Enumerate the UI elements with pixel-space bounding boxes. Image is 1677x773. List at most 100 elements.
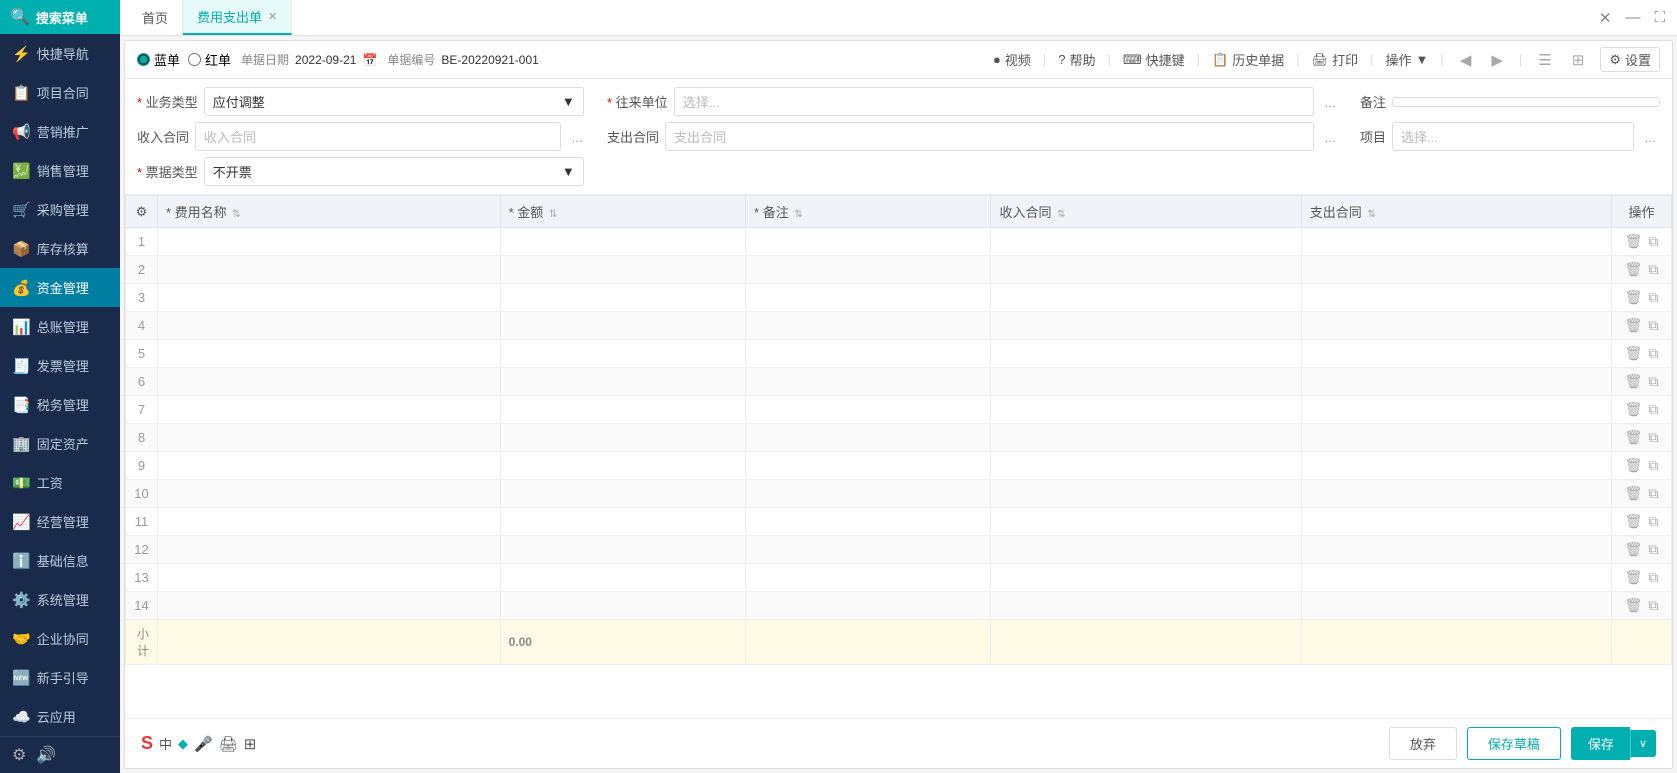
nav-prev-button[interactable]: ◀ <box>1456 49 1476 71</box>
expense-contract-cell[interactable] <box>1301 536 1611 564</box>
expand-window-button[interactable]: ⛶ <box>1650 7 1669 28</box>
delete-icon[interactable]: 🗑 <box>1625 457 1643 474</box>
project-more-icon[interactable]: ... <box>1640 129 1660 145</box>
copy-icon[interactable]: ⧉ <box>1648 597 1658 614</box>
settings-button[interactable]: ⚙ 设置 <box>1600 47 1660 72</box>
income-contract-cell[interactable] <box>991 312 1301 340</box>
close-window-button[interactable]: ✕ <box>1595 7 1616 29</box>
shortcuts-action[interactable]: ⌨ 快捷键 <box>1123 50 1185 69</box>
sidebar-item-fixed-assets[interactable]: 🏢 固定资产 <box>0 424 120 463</box>
sidebar-item-project-contract[interactable]: 📋 项目合同 <box>0 73 120 112</box>
sidebar-item-marketing[interactable]: 📢 营销推广 <box>0 112 120 151</box>
sidebar-item-quick-nav[interactable]: ⚡ 快捷导航 <box>0 34 120 73</box>
sidebar-header[interactable]: 🔍 搜索菜单 <box>0 0 120 34</box>
note-cell[interactable] <box>746 284 991 312</box>
note-cell[interactable] <box>746 536 991 564</box>
sort-icon[interactable]: ⇅ <box>232 209 240 220</box>
note-cell[interactable] <box>746 312 991 340</box>
nav-next-button[interactable]: ▶ <box>1487 49 1507 71</box>
sidebar-item-new-guide[interactable]: 🆕 新手引导 <box>0 658 120 697</box>
sidebar-item-accounting[interactable]: 📊 总账管理 <box>0 307 120 346</box>
expense-name-cell[interactable] <box>158 424 501 452</box>
expense-name-cell[interactable] <box>158 564 501 592</box>
copy-icon[interactable]: ⧉ <box>1648 429 1658 446</box>
sidebar-item-corp-coop[interactable]: 🤝 企业协同 <box>0 619 120 658</box>
expense-name-cell[interactable] <box>158 256 501 284</box>
delete-icon[interactable]: 🗑 <box>1625 317 1643 334</box>
sort-icon[interactable]: ⇅ <box>1057 209 1065 220</box>
history-action[interactable]: 📋 历史单据 <box>1212 50 1284 69</box>
project-input[interactable]: 选择... <box>1392 122 1634 151</box>
sidebar-item-capital-mgmt[interactable]: 💰 资金管理 <box>0 268 120 307</box>
remark-input[interactable] <box>1392 97 1660 107</box>
income-contract-cell[interactable] <box>991 452 1301 480</box>
note-cell[interactable] <box>746 592 991 620</box>
note-cell[interactable] <box>746 396 991 424</box>
copy-icon[interactable]: ⧉ <box>1648 261 1658 278</box>
note-cell[interactable] <box>746 564 991 592</box>
radio-red-input[interactable] <box>188 53 201 66</box>
grid-view-button[interactable]: ⊞ <box>1568 49 1589 71</box>
note-cell[interactable] <box>746 340 991 368</box>
delete-icon[interactable]: 🗑 <box>1625 513 1643 530</box>
copy-icon[interactable]: ⧉ <box>1648 485 1658 502</box>
note-cell[interactable] <box>746 508 991 536</box>
amount-cell[interactable] <box>500 508 745 536</box>
print-action[interactable]: 🖨 打印 <box>1312 50 1359 69</box>
copy-icon[interactable]: ⧉ <box>1648 345 1658 362</box>
delete-icon[interactable]: 🗑 <box>1625 233 1643 250</box>
expense-contract-cell[interactable] <box>1301 312 1611 340</box>
expense-contract-cell[interactable] <box>1301 508 1611 536</box>
delete-icon[interactable]: 🗑 <box>1625 345 1643 362</box>
amount-cell[interactable] <box>500 284 745 312</box>
copy-icon[interactable]: ⧉ <box>1648 373 1658 390</box>
list-view-button[interactable]: ☰ <box>1534 49 1555 71</box>
expense-name-cell[interactable] <box>158 536 501 564</box>
date-value[interactable]: 2022-09-21 <box>295 53 356 67</box>
delete-icon[interactable]: 🗑 <box>1625 597 1643 614</box>
expense-contract-cell[interactable] <box>1301 592 1611 620</box>
expense-name-cell[interactable] <box>158 592 501 620</box>
income-contract-input[interactable]: 收入合同 <box>195 122 561 151</box>
copy-icon[interactable]: ⧉ <box>1648 457 1658 474</box>
note-cell[interactable] <box>746 424 991 452</box>
sort-icon[interactable]: ⇅ <box>549 209 557 220</box>
copy-icon[interactable]: ⧉ <box>1648 541 1658 558</box>
delete-icon[interactable]: 🗑 <box>1625 485 1643 502</box>
copy-icon[interactable]: ⧉ <box>1648 233 1658 250</box>
copy-icon[interactable]: ⧉ <box>1648 513 1658 530</box>
expense-contract-cell[interactable] <box>1301 368 1611 396</box>
income-contract-cell[interactable] <box>991 284 1301 312</box>
expense-name-cell[interactable] <box>158 228 501 256</box>
income-contract-cell[interactable] <box>991 564 1301 592</box>
save-main-button[interactable]: 保存 <box>1571 727 1630 760</box>
income-contract-cell[interactable] <box>991 424 1301 452</box>
amount-cell[interactable] <box>500 396 745 424</box>
amount-cell[interactable] <box>500 480 745 508</box>
tab-home[interactable]: 首页 <box>128 0 183 35</box>
calendar-icon[interactable]: 📅 <box>362 53 377 67</box>
discard-button[interactable]: 放弃 <box>1389 727 1457 760</box>
amount-cell[interactable] <box>500 340 745 368</box>
operations-action[interactable]: 操作 ▼ <box>1386 50 1429 69</box>
save-arrow-button[interactable]: ∨ <box>1630 730 1656 757</box>
amount-cell[interactable] <box>500 228 745 256</box>
income-contract-cell[interactable] <box>991 368 1301 396</box>
expense-contract-cell[interactable] <box>1301 396 1611 424</box>
sidebar-item-invoice[interactable]: 🧾 发票管理 <box>0 346 120 385</box>
delete-icon[interactable]: 🗑 <box>1625 261 1643 278</box>
expense-contract-input[interactable]: 支出合同 <box>665 122 1314 151</box>
expense-name-cell[interactable] <box>158 396 501 424</box>
note-cell[interactable] <box>746 452 991 480</box>
amount-cell[interactable] <box>500 564 745 592</box>
sidebar-item-sales-mgmt[interactable]: 💹 销售管理 <box>0 151 120 190</box>
expense-contract-cell[interactable] <box>1301 340 1611 368</box>
delete-icon[interactable]: 🗑 <box>1625 429 1643 446</box>
video-action[interactable]: ● 视频 <box>993 50 1031 69</box>
amount-cell[interactable] <box>500 424 745 452</box>
sort-icon[interactable]: ⇅ <box>794 209 802 220</box>
income-contract-cell[interactable] <box>991 396 1301 424</box>
partner-more-icon[interactable]: ... <box>1320 94 1340 110</box>
income-contract-cell[interactable] <box>991 480 1301 508</box>
expense-name-cell[interactable] <box>158 284 501 312</box>
